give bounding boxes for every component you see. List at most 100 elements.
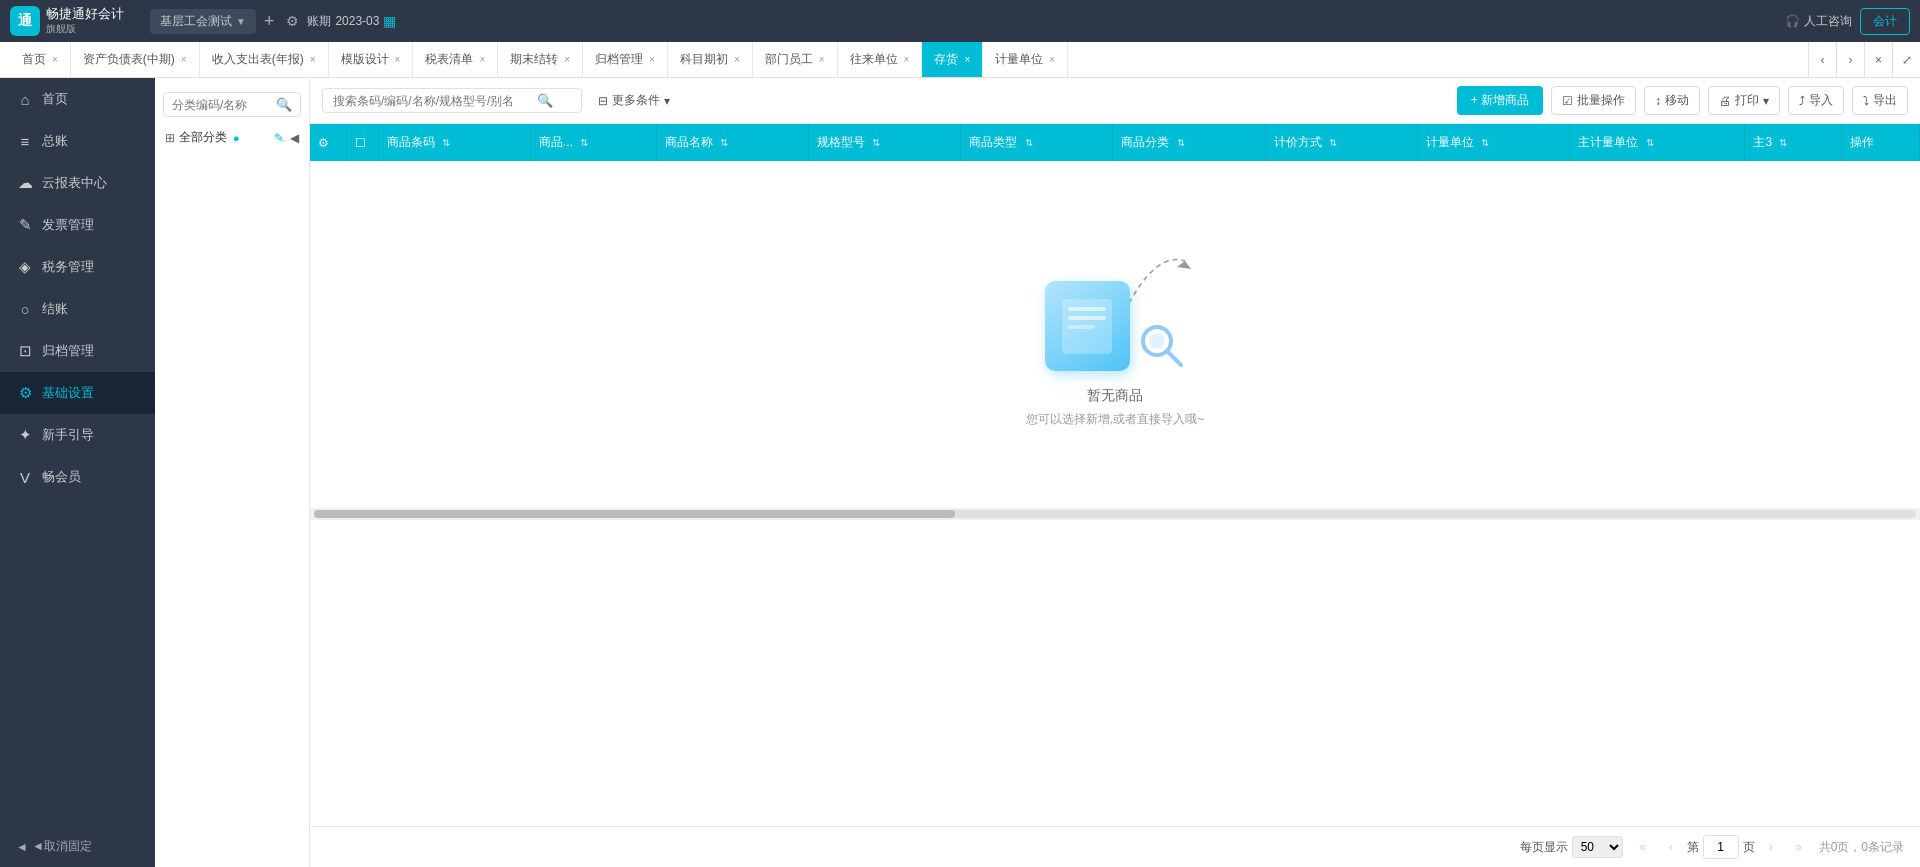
all-categories-item[interactable]: ⊞ 全部分类 ● ✎ ◀ (155, 123, 309, 152)
sidebar-item-close[interactable]: ○ 结账 (0, 288, 155, 330)
col-extra-sort[interactable]: ⇅ (1779, 137, 1787, 148)
category-collapse-icon[interactable]: ◀ (290, 131, 299, 145)
category-search-icon[interactable]: 🔍 (276, 97, 292, 112)
close-dept-tab[interactable]: × (819, 54, 825, 65)
tab-subject[interactable]: 科目期初 × (668, 42, 753, 78)
close-subject-tab[interactable]: × (734, 54, 740, 65)
import-icon: ⤴ (1799, 94, 1805, 108)
close-balance-tab[interactable]: × (181, 54, 187, 65)
page-size-selector[interactable]: 每页显示 10 20 50 100 (1520, 836, 1623, 858)
tax-icon: ◈ (16, 258, 34, 276)
consultant-button[interactable]: 🎧 人工咨询 (1785, 13, 1852, 30)
move-button[interactable]: ↕ 移动 (1644, 86, 1700, 115)
tab-tax[interactable]: 税表清单 × (413, 42, 498, 78)
col-spec-sort[interactable]: ⇅ (872, 137, 880, 148)
col-unit-sort[interactable]: ⇅ (1481, 137, 1489, 148)
page-number-input[interactable] (1703, 835, 1739, 859)
export-button[interactable]: ⤵ 导出 (1852, 86, 1908, 115)
col-check[interactable]: ☐ (346, 124, 378, 161)
close-tax-tab[interactable]: × (479, 54, 485, 65)
tab-prev-button[interactable]: ‹ (1808, 42, 1836, 78)
tab-income[interactable]: 收入支出表(年报) × (200, 42, 329, 78)
prev-page-button[interactable]: ‹ (1659, 835, 1683, 859)
last-page-button[interactable]: » (1787, 835, 1811, 859)
close-unit-tab[interactable]: × (1049, 54, 1055, 65)
sidebar-item-tax[interactable]: ◈ 税务管理 (0, 246, 155, 288)
toolbar-right: + 新增商品 ☑ 批量操作 ↕ 移动 🖨 打印 ▾ (1457, 86, 1908, 115)
workspace-tab[interactable]: 基层工会测试 ▼ (150, 9, 256, 34)
print-button[interactable]: 🖨 打印 ▾ (1708, 86, 1780, 115)
col-settings[interactable]: ⚙ (310, 124, 346, 161)
sidebar-item-ledger[interactable]: ≡ 总账 (0, 120, 155, 162)
tab-contacts[interactable]: 往来单位 × (838, 42, 923, 78)
sidebar-unpin-button[interactable]: ◄ ◄取消固定 (0, 826, 155, 867)
col-type-sort[interactable]: ⇅ (1025, 137, 1033, 148)
close-home-tab[interactable]: × (52, 54, 58, 65)
close-period-tab[interactable]: × (564, 54, 570, 65)
col-category-sort[interactable]: ⇅ (1177, 137, 1185, 148)
col-main-unit-sort[interactable]: ⇅ (1646, 137, 1654, 148)
category-search-input[interactable] (172, 98, 276, 112)
sidebar-item-invoice[interactable]: ✎ 发票管理 (0, 204, 155, 246)
batch-icon: ☑ (1562, 94, 1573, 108)
category-edit-icon[interactable]: ✎ (274, 131, 284, 145)
col-spec[interactable]: 规格型号 ⇅ (808, 124, 960, 161)
sidebar-item-cloud-report[interactable]: ☁ 云报表中心 (0, 162, 155, 204)
col-code-sort[interactable]: ⇅ (580, 137, 588, 148)
sidebar-item-guide[interactable]: ✦ 新手引导 (0, 414, 155, 456)
more-filter-button[interactable]: ⊟ 更多条件 ▾ (590, 88, 678, 113)
tab-period-close[interactable]: 期末结转 × (498, 42, 583, 78)
sidebar-item-member[interactable]: V 畅会员 (0, 456, 155, 498)
main-search-icon[interactable]: 🔍 (537, 93, 553, 108)
close-income-tab[interactable]: × (310, 54, 316, 65)
grid-icon: ⊞ (165, 131, 175, 145)
tab-next-button[interactable]: › (1836, 42, 1864, 78)
workspace-dropdown-icon[interactable]: ▼ (236, 16, 246, 27)
batch-button[interactable]: ☑ 批量操作 (1551, 86, 1636, 115)
close-inventory-tab[interactable]: × (964, 54, 970, 65)
table-scrollbar[interactable] (310, 508, 1920, 520)
sidebar-item-settings[interactable]: ⚙ 基础设置 (0, 372, 155, 414)
tab-close-all-button[interactable]: × (1864, 42, 1892, 78)
next-page-button[interactable]: › (1759, 835, 1783, 859)
sidebar-item-archive[interactable]: ⊡ 归档管理 (0, 330, 155, 372)
workspace-settings-button[interactable]: ⚙ (282, 13, 303, 29)
close-contacts-tab[interactable]: × (904, 54, 910, 65)
tab-template[interactable]: 模版设计 × (329, 42, 414, 78)
col-type[interactable]: 商品类型 ⇅ (961, 124, 1113, 161)
calendar-icon[interactable]: ▦ (383, 13, 396, 29)
scrollbar-thumb[interactable] (314, 510, 955, 518)
close-template-tab[interactable]: × (395, 54, 401, 65)
print-icon: 🖨 (1719, 94, 1731, 108)
col-extra[interactable]: 主3 ⇅ (1745, 124, 1842, 161)
col-main-unit[interactable]: 主计量单位 ⇅ (1570, 124, 1745, 161)
new-product-button[interactable]: + 新增商品 (1457, 86, 1543, 115)
headset-icon: 🎧 (1785, 14, 1800, 28)
page-size-select[interactable]: 10 20 50 100 (1572, 836, 1623, 858)
col-unit[interactable]: 计量单位 ⇅ (1418, 124, 1570, 161)
col-barcode[interactable]: 商品条码 ⇅ (378, 124, 530, 161)
main-search-input[interactable] (333, 94, 533, 108)
first-page-button[interactable]: « (1631, 835, 1655, 859)
tab-dept[interactable]: 部门员工 × (753, 42, 838, 78)
col-price-method[interactable]: 计价方式 ⇅ (1265, 124, 1417, 161)
tab-unit[interactable]: 计量单位 × (983, 42, 1068, 78)
col-category[interactable]: 商品分类 ⇅ (1113, 124, 1265, 161)
col-name[interactable]: 商品名称 ⇅ (656, 124, 808, 161)
account-button[interactable]: 会计 (1860, 8, 1910, 35)
sidebar-item-home[interactable]: ⌂ 首页 (0, 78, 155, 120)
col-barcode-sort[interactable]: ⇅ (442, 137, 450, 148)
tab-archive[interactable]: 归档管理 × (583, 42, 668, 78)
col-code[interactable]: 商品... ⇅ (530, 124, 656, 161)
tab-home[interactable]: 首页 × (10, 42, 71, 78)
import-button[interactable]: ⤴ 导入 (1788, 86, 1844, 115)
tab-inventory[interactable]: 存货 × (922, 42, 983, 78)
col-price-sort[interactable]: ⇅ (1329, 137, 1337, 148)
close-archive-tab[interactable]: × (649, 54, 655, 65)
tab-balance-sheet[interactable]: 资产负债表(中期) × (71, 42, 200, 78)
tab-expand-button[interactable]: ⤢ (1892, 42, 1920, 78)
main-search-bar[interactable]: 🔍 (322, 88, 582, 113)
col-name-sort[interactable]: ⇅ (720, 137, 728, 148)
workspace-add-button[interactable]: + (260, 11, 279, 32)
category-search-box[interactable]: 🔍 (163, 92, 301, 117)
